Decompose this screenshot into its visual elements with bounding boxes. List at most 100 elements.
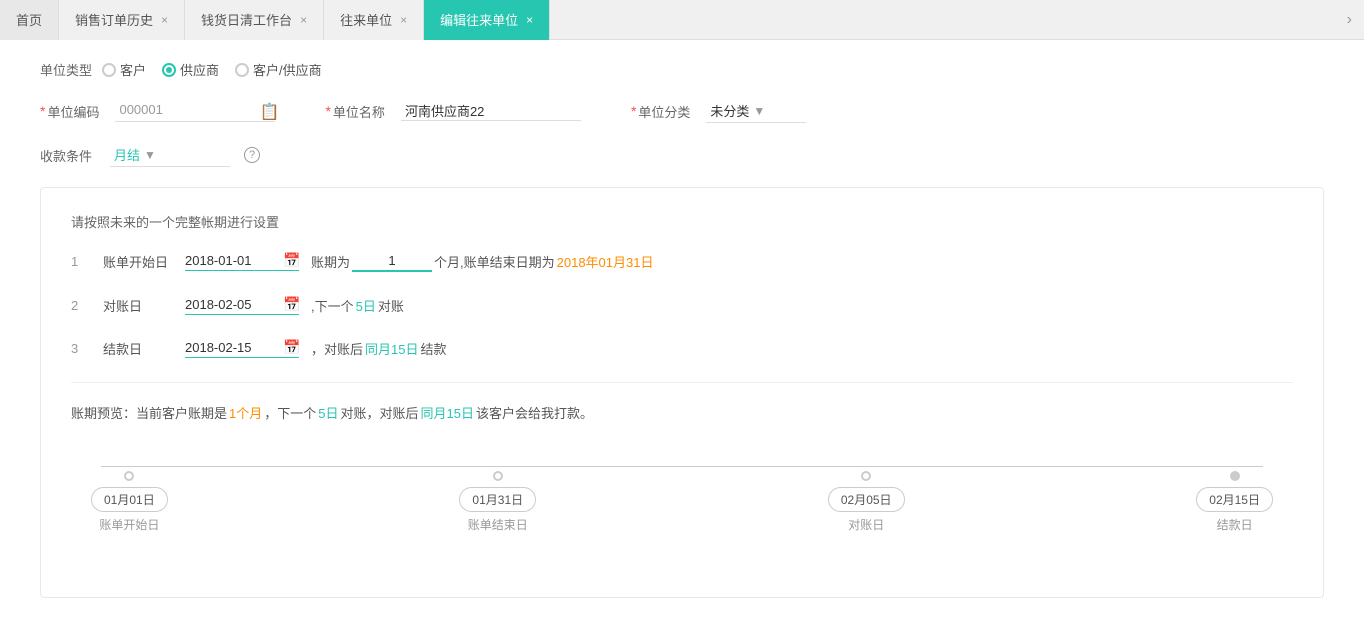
tl-dot-reconcile <box>861 471 871 481</box>
tab-partner-label: 往来单位 <box>340 10 392 29</box>
row-3-highlight: 同月15日 <box>365 339 418 358</box>
radio-customer-label: 客户 <box>120 60 146 79</box>
unit-name-input[interactable] <box>401 101 581 121</box>
row-2-suffix: 对账 <box>378 296 404 315</box>
reconciliation-cal-icon[interactable]: 📅 <box>283 296 299 312</box>
radio-both-circle <box>235 63 249 77</box>
unit-code-input-wrap: 📋 <box>115 100 275 122</box>
bill-start-cal-icon[interactable]: 📅 <box>283 252 299 268</box>
settlement-date-input: 📅 <box>185 339 299 358</box>
settlement-row: 3 结款日 📅 ，对账后 同月15日 结款 <box>71 339 1293 358</box>
bill-start-date-field[interactable] <box>185 253 275 268</box>
unit-code-input[interactable] <box>115 100 255 119</box>
unit-category-star: * <box>631 103 636 119</box>
tl-label-start: 账单开始日 <box>99 516 159 533</box>
tl-dot-end <box>493 471 503 481</box>
settings-card: 请按照未来的一个完整帐期进行设置 1 账单开始日 📅 账期为 个月,账单结束日期… <box>40 187 1324 598</box>
radio-both-label: 客户/供应商 <box>253 60 322 79</box>
card-title: 请按照未来的一个完整帐期进行设置 <box>71 212 1293 231</box>
preview-part2: 5日 <box>318 403 338 422</box>
tl-badge-end: 01月31日 <box>459 487 536 512</box>
tl-node-start: 01月01日 账单开始日 <box>91 456 168 533</box>
tl-node-end: 01月31日 账单结束日 <box>459 456 536 533</box>
tab-home[interactable]: 首页 <box>0 0 59 40</box>
row-3-label: 结款日 <box>103 339 173 358</box>
unit-type-radio-group: 客户 供应商 客户/供应商 <box>102 60 322 79</box>
main-content: 单位类型 客户 供应商 客户/供应商 * 单位编码 📋 <box>0 40 1364 618</box>
row-3-suffix: 结款 <box>420 339 446 358</box>
row-1-desc-prefix: 账期为 <box>311 252 350 271</box>
tl-label-settle: 结款日 <box>1217 516 1253 533</box>
tab-sales-history-close[interactable]: × <box>161 13 168 27</box>
unit-info-row: * 单位编码 📋 * 单位名称 * 单位分类 未分类 ▼ <box>40 99 1324 123</box>
tl-label-end: 账单结束日 <box>468 516 528 533</box>
preview-part2-prefix: ，下一个 <box>264 403 316 422</box>
preview-label: 账期预览：当前客户账期是 <box>71 403 227 422</box>
tl-node-settle: 02月15日 结款日 <box>1196 456 1273 533</box>
preview-section: 账期预览：当前客户账期是 1个月 ，下一个 5日 对账，对账后 同月15日 该客… <box>71 382 1293 573</box>
settlement-cal-icon[interactable]: 📅 <box>283 339 299 355</box>
timeline-container: 01月01日 账单开始日 01月31日 账单结束日 <box>71 446 1293 573</box>
tl-badge-reconcile: 02月05日 <box>828 487 905 512</box>
tab-sales-history[interactable]: 销售订单历史 × <box>59 0 185 40</box>
tab-edit-partner[interactable]: 编辑往来单位 × <box>424 0 550 40</box>
row-2-prefix: ,下一个 <box>311 296 354 315</box>
tab-sales-history-label: 销售订单历史 <box>75 10 153 29</box>
row-3-num: 3 <box>71 341 91 356</box>
bill-start-row: 1 账单开始日 📅 账期为 个月,账单结束日期为 2018年01月31日 <box>71 251 1293 272</box>
payment-terms-row: 收款条件 月结 ▼ ? <box>40 143 1324 167</box>
tl-label-reconcile: 对账日 <box>848 516 884 533</box>
unit-category-value: 未分类 <box>710 101 749 120</box>
row-2-highlight: 5日 <box>356 296 376 315</box>
settlement-date-field[interactable] <box>185 340 275 355</box>
tab-expand-icon[interactable]: › <box>1335 11 1364 29</box>
row-1-desc: 账期为 个月,账单结束日期为 2018年01月31日 <box>311 251 653 272</box>
radio-supplier-circle <box>162 63 176 77</box>
radio-both[interactable]: 客户/供应商 <box>235 60 322 79</box>
reconciliation-date-input: 📅 <box>185 296 299 315</box>
unit-code-field: * 单位编码 📋 <box>40 100 275 122</box>
unit-name-label: 单位名称 <box>333 102 385 121</box>
bill-start-date-input: 📅 <box>185 252 299 271</box>
tab-partner-close[interactable]: × <box>400 13 407 27</box>
radio-supplier[interactable]: 供应商 <box>162 60 219 79</box>
period-input[interactable] <box>352 251 432 272</box>
row-1-num: 1 <box>71 254 91 269</box>
row-1-label: 账单开始日 <box>103 252 173 271</box>
tl-dot-start <box>124 471 134 481</box>
reconciliation-date-field[interactable] <box>185 297 275 312</box>
tab-cash-work-close[interactable]: × <box>300 13 307 27</box>
payment-terms-help-icon[interactable]: ? <box>244 147 260 163</box>
reconciliation-row: 2 对账日 📅 ,下一个 5日 对账 <box>71 296 1293 315</box>
row-2-desc: ,下一个 5日 对账 <box>311 296 404 315</box>
row-1-desc-suffix: 个月,账单结束日期为 <box>434 252 555 271</box>
row-2-label: 对账日 <box>103 296 173 315</box>
bill-end-date-highlight: 2018年01月31日 <box>557 252 654 271</box>
tab-home-label: 首页 <box>16 10 42 29</box>
unit-type-row: 单位类型 客户 供应商 客户/供应商 <box>40 60 1324 79</box>
row-3-prefix: ，对账后 <box>311 339 363 358</box>
payment-terms-select[interactable]: 月结 ▼ <box>110 143 230 167</box>
unit-name-field: * 单位名称 <box>325 101 580 121</box>
tl-badge-start: 01月01日 <box>91 487 168 512</box>
tab-cash-work-label: 钱货日清工作台 <box>201 10 292 29</box>
tab-bar: 首页 销售订单历史 × 钱货日清工作台 × 往来单位 × 编辑往来单位 × › <box>0 0 1364 40</box>
tab-edit-partner-close[interactable]: × <box>526 13 533 27</box>
payment-terms-value: 月结 <box>114 145 140 164</box>
tl-node-reconcile: 02月05日 对账日 <box>828 456 905 533</box>
unit-category-select[interactable]: 未分类 ▼ <box>706 99 806 123</box>
preview-part3: 对账，对账后 <box>341 403 419 422</box>
radio-customer[interactable]: 客户 <box>102 60 146 79</box>
unit-category-field: * 单位分类 未分类 ▼ <box>631 99 806 123</box>
tab-cash-work[interactable]: 钱货日清工作台 × <box>185 0 324 40</box>
tab-partner[interactable]: 往来单位 × <box>324 0 424 40</box>
unit-name-star: * <box>325 103 330 119</box>
row-2-num: 2 <box>71 298 91 313</box>
radio-supplier-label: 供应商 <box>180 60 219 79</box>
preview-text: 账期预览：当前客户账期是 1个月 ，下一个 5日 对账，对账后 同月15日 该客… <box>71 403 1293 422</box>
unit-code-copy-icon[interactable]: 📋 <box>259 102 275 118</box>
radio-customer-circle <box>102 63 116 77</box>
tab-edit-partner-label: 编辑往来单位 <box>440 10 518 29</box>
unit-type-label: 单位类型 <box>40 60 92 79</box>
tl-badge-settle: 02月15日 <box>1196 487 1273 512</box>
